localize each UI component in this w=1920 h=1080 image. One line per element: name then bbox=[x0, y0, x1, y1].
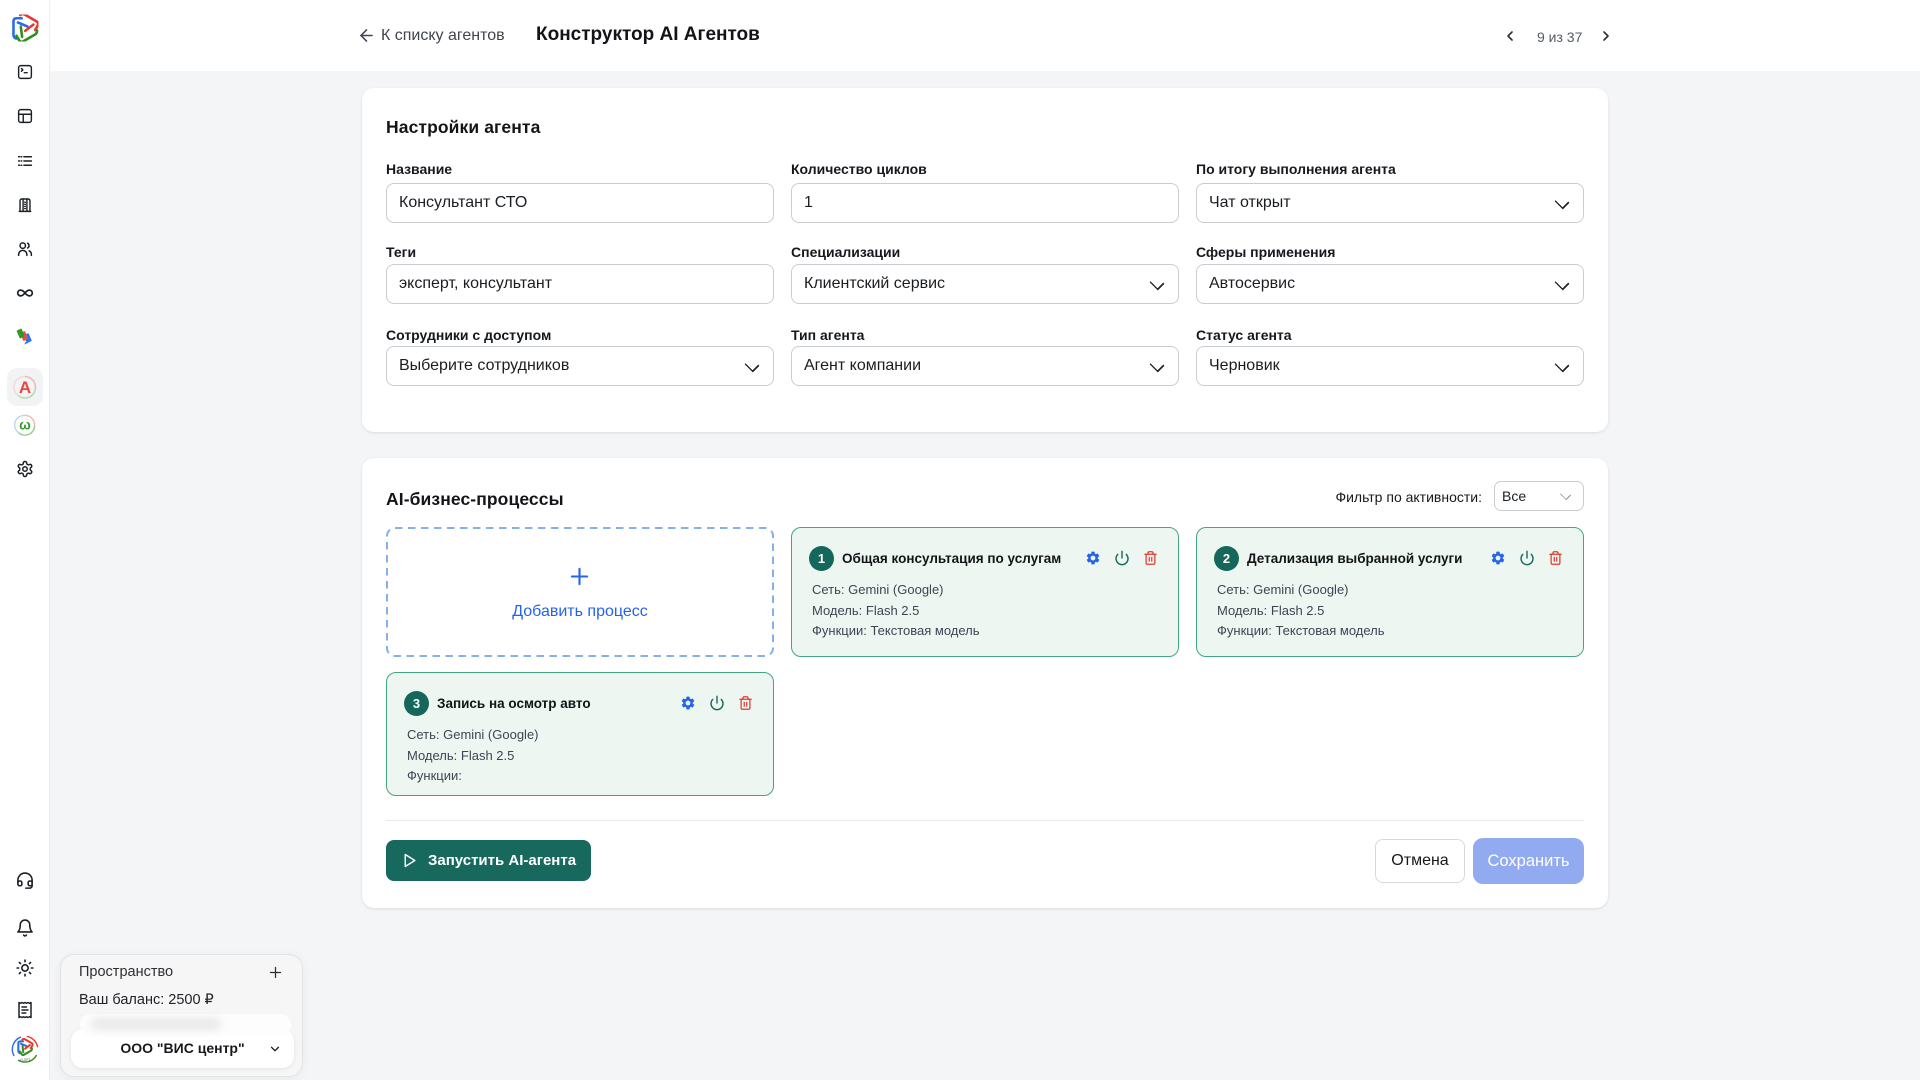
svg-text:VI-GPT: VI-GPT bbox=[20, 1058, 31, 1062]
svg-text:A: A bbox=[19, 378, 31, 397]
svg-text:ω: ω bbox=[19, 417, 31, 433]
